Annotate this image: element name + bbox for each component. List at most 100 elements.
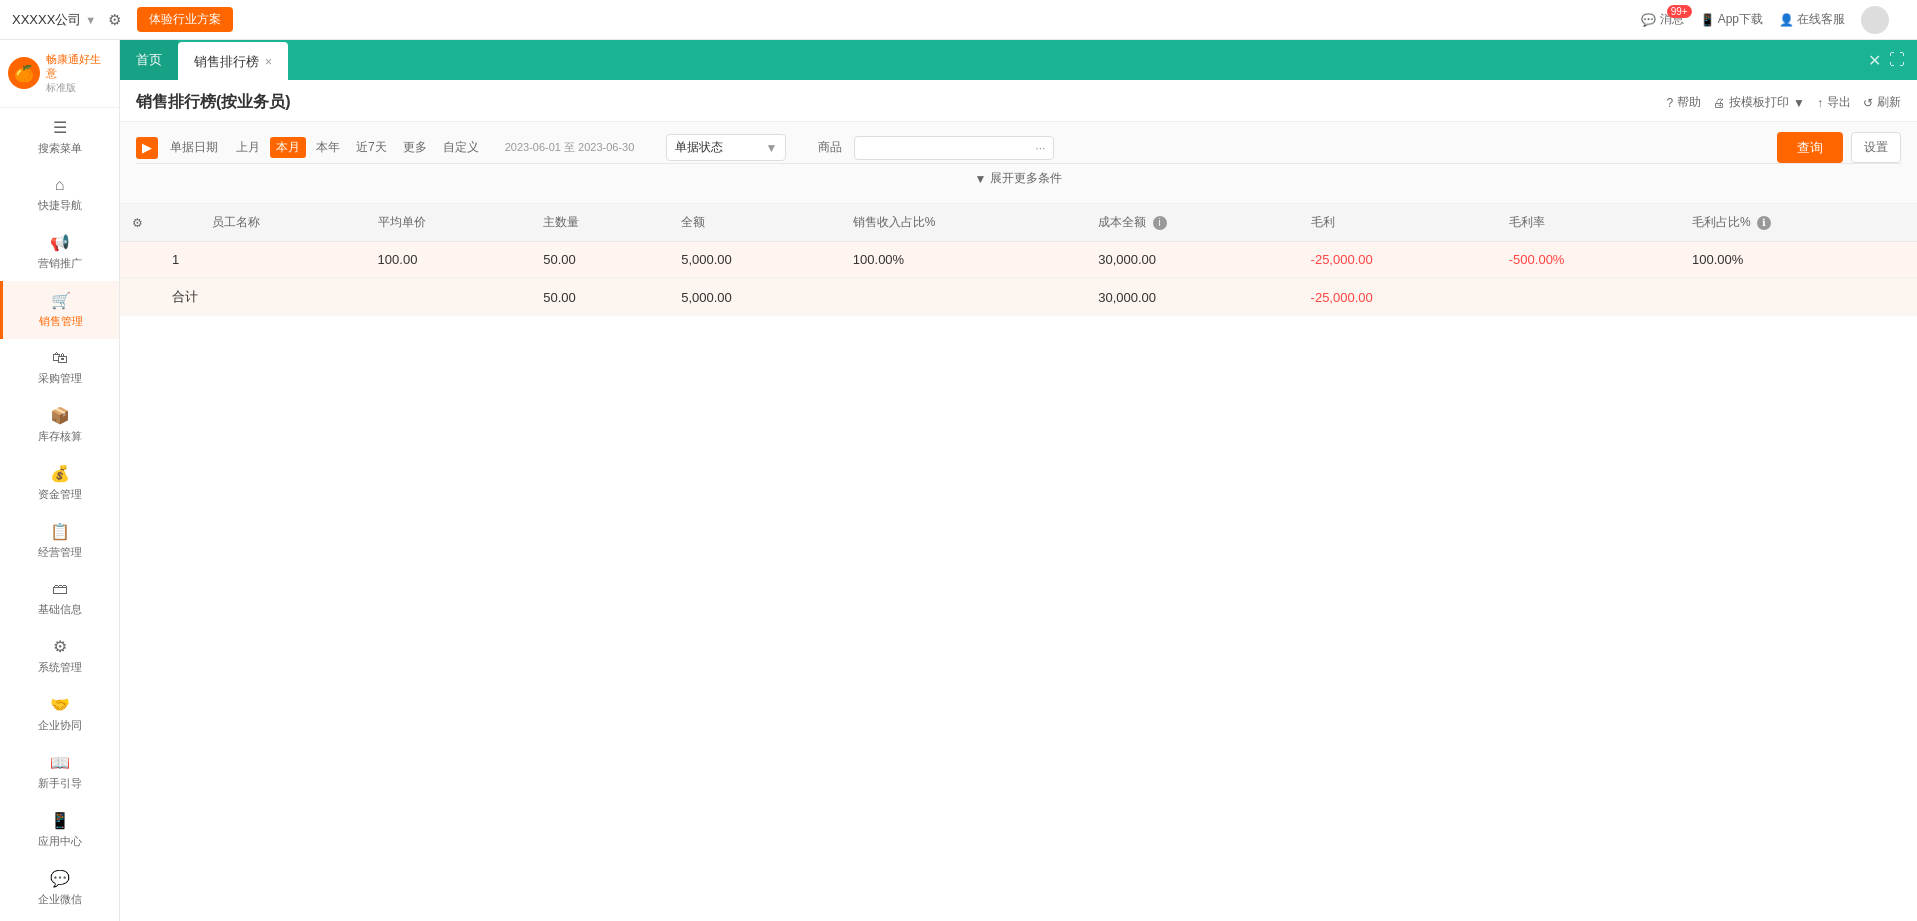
data-table: ⚙ 员工名称 平均单价 主数量: [120, 204, 1917, 316]
top-bar: XXXXX公司 ▼ ⚙ 体验行业方案 💬 消息 99+ 📱 App下载 👤 在线…: [0, 0, 1917, 40]
app-icon: 📱: [1700, 13, 1715, 27]
cell-sales-pct: 100.00%: [841, 242, 1086, 278]
footer-avg-price: [366, 278, 532, 317]
status-filter[interactable]: 单据状态 ▼: [666, 134, 786, 161]
system-icon: ⚙: [53, 637, 67, 656]
print-dropdown-icon: ▼: [1793, 96, 1805, 110]
avatar[interactable]: [1861, 6, 1889, 34]
sidebar-item-search-orders[interactable]: ☰ 搜索菜单: [0, 108, 119, 166]
col-gross-pct: 毛利占比% ℹ: [1680, 204, 1917, 242]
goods-more-icon[interactable]: ···: [1035, 141, 1045, 155]
date-label: 单据日期: [170, 139, 218, 156]
settings-button[interactable]: 设置: [1851, 132, 1901, 163]
col-sales-pct: 销售收入占比%: [841, 204, 1086, 242]
cell-employee: [200, 242, 366, 278]
sidebar-item-guide[interactable]: 📖 新手引导: [0, 743, 119, 801]
company-dropdown-icon: ▼: [85, 14, 96, 26]
col-rank: [160, 204, 200, 242]
sidebar-item-app-center[interactable]: 📱 应用中心: [0, 801, 119, 859]
date-tab-7days[interactable]: 近7天: [350, 137, 393, 158]
col-quantity: 主数量: [531, 204, 669, 242]
message-icon: 💬: [1641, 13, 1656, 27]
col-cost: 成本全额 i: [1086, 204, 1298, 242]
logo-sub: 标准版: [46, 81, 111, 95]
marketing-icon: 📢: [50, 233, 70, 252]
sidebar-item-quick-nav[interactable]: ⌂ 快捷导航: [0, 166, 119, 223]
query-actions: 查询 设置: [1777, 132, 1901, 163]
export-button[interactable]: ↑ 导出: [1817, 94, 1851, 111]
print-icon: 🖨: [1713, 96, 1725, 110]
date-tabs: 上月 本月 本年 近7天 更多 自定义: [230, 137, 485, 158]
cell-gross: -25,000.00: [1299, 242, 1497, 278]
company-selector[interactable]: XXXXX公司 ▼: [12, 11, 96, 29]
trial-button[interactable]: 体验行业方案: [137, 7, 233, 32]
refresh-button[interactable]: ↺ 刷新: [1863, 94, 1901, 111]
filter-row: ▶ 单据日期 上月 本月 本年 近7天 更多 自定义 2023-06-01 至 …: [136, 132, 1901, 163]
sidebar-item-system[interactable]: ⚙ 系统管理: [0, 627, 119, 685]
sidebar-item-operation[interactable]: 📋 经营管理: [0, 512, 119, 570]
date-tab-this-year[interactable]: 本年: [310, 137, 346, 158]
page-header: 销售排行榜(按业务员) ? 帮助 🖨 按模板打印 ▼ ↑ 导出: [120, 80, 1917, 122]
cell-rank: 1: [160, 242, 200, 278]
cost-info-icon[interactable]: i: [1153, 216, 1167, 230]
table-row: 1 100.00 50.00 5,000.00 100.00% 30,000.0…: [120, 242, 1917, 278]
company-settings-icon[interactable]: ⚙: [108, 11, 121, 29]
cell-avg-price: 100.00: [366, 242, 532, 278]
cell-quantity: 50.00: [531, 242, 669, 278]
goods-input[interactable]: [863, 141, 1031, 155]
sidebar-item-finance[interactable]: 💰 资金管理: [0, 454, 119, 512]
sidebar-item-wechat[interactable]: 💬 企业微信: [0, 859, 119, 917]
message-btn[interactable]: 💬 消息 99+: [1641, 11, 1684, 28]
table-footer-row: 合计 50.00 5,000.00 30,000.00 -25,000.00: [120, 278, 1917, 317]
date-tab-last-month[interactable]: 上月: [230, 137, 266, 158]
app-download-btn[interactable]: 📱 App下载: [1700, 11, 1763, 28]
expand-conditions-btn[interactable]: ▼ 展开更多条件: [136, 163, 1901, 193]
print-button[interactable]: 🖨 按模板打印 ▼: [1713, 94, 1805, 111]
status-placeholder: 单据状态: [675, 139, 723, 156]
online-service-btn[interactable]: 👤 在线客服: [1779, 11, 1845, 28]
basic-info-icon: 🗃: [52, 580, 68, 598]
logo-text: 畅康通好生意: [46, 52, 111, 81]
help-icon: ?: [1666, 96, 1673, 110]
footer-settings: [120, 278, 160, 317]
date-tab-custom[interactable]: 自定义: [437, 137, 485, 158]
tab-close-icon[interactable]: ×: [265, 55, 272, 69]
finance-icon: 💰: [50, 464, 70, 483]
sidebar-item-inventory[interactable]: 📦 库存核算: [0, 396, 119, 454]
footer-label: 合计: [160, 278, 366, 317]
help-button[interactable]: ? 帮助: [1666, 94, 1701, 111]
col-settings[interactable]: ⚙: [120, 204, 160, 242]
content-area: 首页 销售排行榜 × ✕ ⛶ 销售排行榜(按业务员) ? 帮助: [120, 40, 1917, 921]
page-actions: ? 帮助 🖨 按模板打印 ▼ ↑ 导出 ↺ 刷新: [1666, 94, 1901, 111]
footer-amount: 5,000.00: [669, 278, 841, 317]
date-tab-more[interactable]: 更多: [397, 137, 433, 158]
query-button[interactable]: 查询: [1777, 132, 1843, 163]
goods-filter[interactable]: ···: [854, 136, 1054, 160]
sidebar-item-basic-info[interactable]: 🗃 基础信息: [0, 570, 119, 627]
tab-expand-icon[interactable]: ⛶: [1889, 51, 1905, 69]
table-area: ⚙ 员工名称 平均单价 主数量: [120, 204, 1917, 921]
sidebar-item-sales-mgmt[interactable]: 🛒 销售管理: [0, 281, 119, 339]
tab-home[interactable]: 首页: [120, 40, 178, 80]
date-range: 2023-06-01 至 2023-06-30: [505, 140, 635, 155]
refresh-icon: ↺: [1863, 96, 1873, 110]
service-icon: 👤: [1779, 13, 1794, 27]
page-content: 销售排行榜(按业务员) ? 帮助 🖨 按模板打印 ▼ ↑ 导出: [120, 80, 1917, 921]
filter-collapse-btn[interactable]: ▶: [136, 137, 158, 159]
sidebar-item-member[interactable]: ✦ 畅会员: [0, 917, 119, 921]
tab-bar-right: ✕ ⛶: [1868, 51, 1917, 70]
cell-gross-rate: -500.00%: [1497, 242, 1680, 278]
date-tab-this-month[interactable]: 本月: [270, 137, 306, 158]
footer-gross-rate: [1497, 278, 1680, 317]
status-dropdown-icon: ▼: [765, 141, 777, 155]
tab-sales-ranking[interactable]: 销售排行榜 ×: [178, 42, 288, 82]
gross-pct-info-icon[interactable]: ℹ: [1757, 216, 1771, 230]
sales-icon: 🛒: [51, 291, 71, 310]
table-header-row: ⚙ 员工名称 平均单价 主数量: [120, 204, 1917, 242]
sidebar-item-enterprise[interactable]: 🤝 企业协同: [0, 685, 119, 743]
tab-close-window-icon[interactable]: ✕: [1868, 51, 1881, 70]
message-badge: 99+: [1667, 5, 1692, 18]
sidebar-item-marketing[interactable]: 📢 营销推广: [0, 223, 119, 281]
sidebar-item-purchase-mgmt[interactable]: 🛍 采购管理: [0, 339, 119, 396]
page-title: 销售排行榜(按业务员): [136, 92, 291, 113]
